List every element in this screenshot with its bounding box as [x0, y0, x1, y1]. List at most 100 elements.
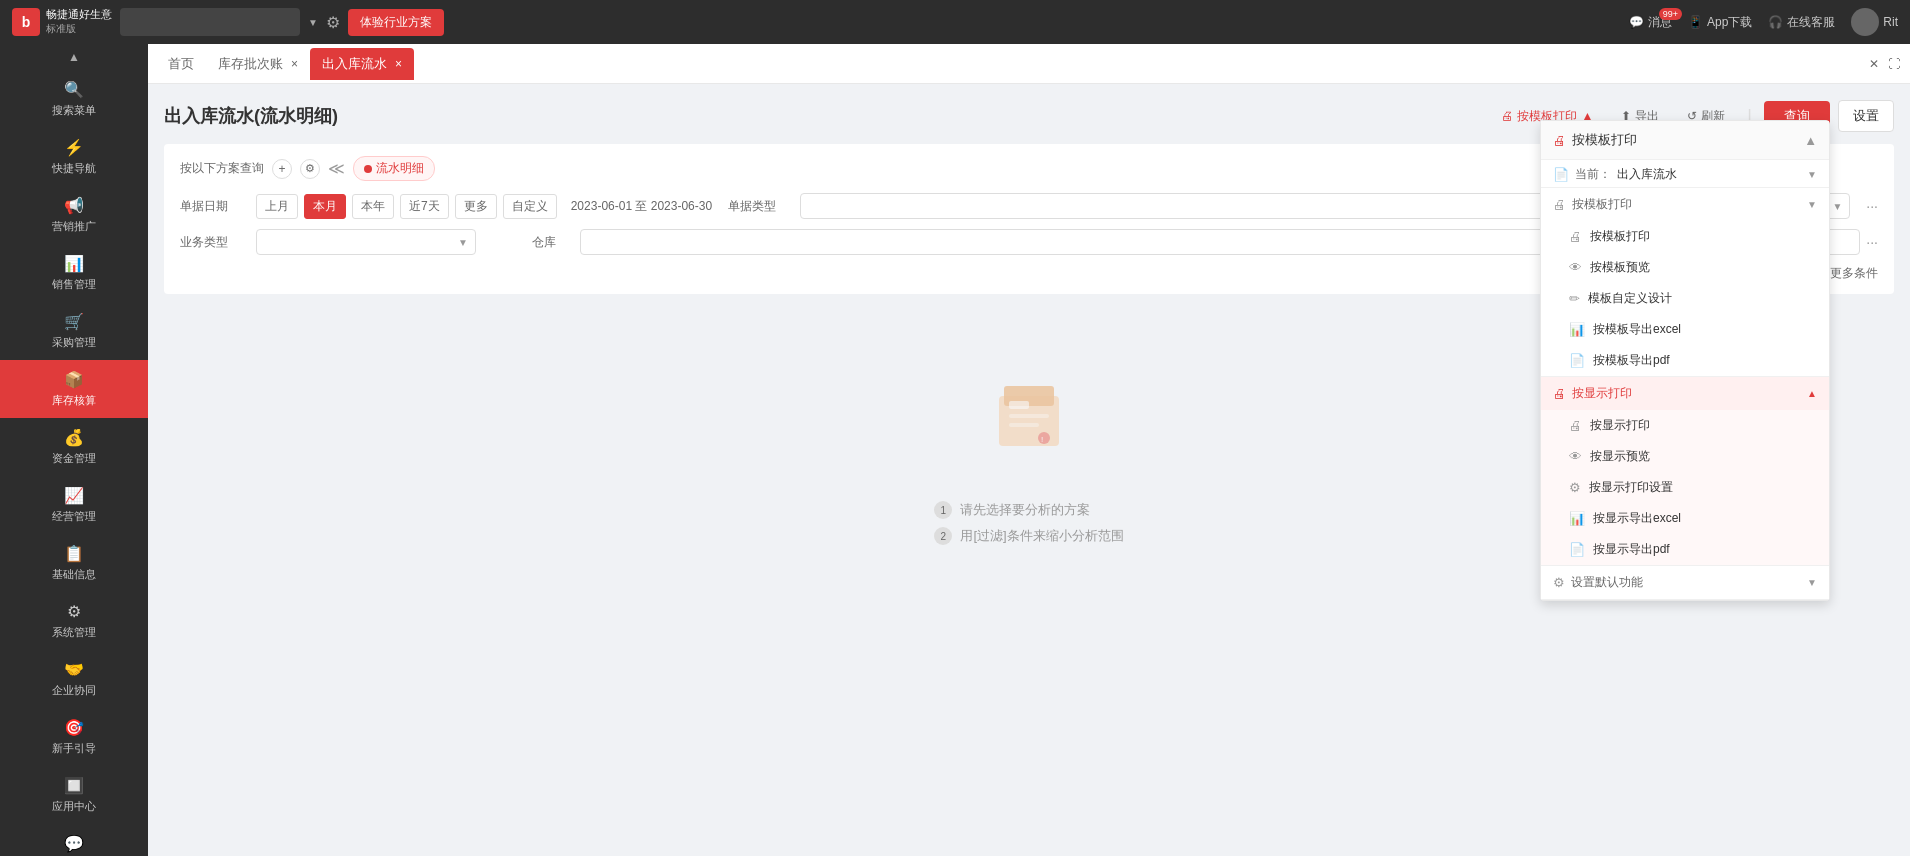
- sidebar-item-search[interactable]: 🔍 搜索菜单: [0, 70, 148, 128]
- current-template-name: 出入库流水: [1617, 166, 1677, 183]
- search-input[interactable]: [120, 8, 300, 36]
- app-download-btn[interactable]: 📱 App下载: [1688, 14, 1752, 31]
- dropdown-item-template-preview[interactable]: 👁 按模板预览: [1541, 252, 1829, 283]
- sidebar-item-finance[interactable]: 💰 资金管理: [0, 418, 148, 476]
- sidebar-label-inventory: 库存核算: [52, 393, 96, 408]
- sidebar-label-search: 搜索菜单: [52, 103, 96, 118]
- set-default-section-title: ⚙ 设置默认功能: [1553, 574, 1643, 591]
- date-options-group: 上月 本月 本年 近7天 更多 自定义 2023-06-01 至 2023-06…: [256, 194, 712, 219]
- dropdown-print-icon: 🖨: [1553, 133, 1566, 148]
- sidebar-item-cooperation[interactable]: 🤝 企业协同: [0, 650, 148, 708]
- dropdown-collapse-btn[interactable]: ▲: [1804, 133, 1817, 148]
- date-btn-more[interactable]: 更多: [455, 194, 497, 219]
- sidebar-item-guide[interactable]: 🎯 新手引导: [0, 708, 148, 766]
- dropdown-item-template-export-excel[interactable]: 📊 按模板导出excel: [1541, 314, 1829, 345]
- dropdown-item-template-print[interactable]: 🖨 按模板打印: [1541, 221, 1829, 252]
- business-type-select-wrap: ▼: [256, 229, 476, 255]
- empty-illustration: !: [979, 366, 1079, 485]
- template-section-header[interactable]: 🖨 按模板打印 ▼: [1541, 188, 1829, 221]
- sidebar-item-marketing[interactable]: 📢 营销推广: [0, 186, 148, 244]
- tag-dot: [364, 165, 372, 173]
- business-type-label: 业务类型: [180, 234, 240, 251]
- sidebar-item-sales[interactable]: 📊 销售管理: [0, 244, 148, 302]
- item-excel-icon: 📊: [1569, 322, 1585, 337]
- user-avatar-btn[interactable]: Rit: [1851, 8, 1898, 36]
- filter-tag[interactable]: 流水明细: [353, 156, 435, 181]
- date-btn-last-7-days[interactable]: 近7天: [400, 194, 449, 219]
- tab-bar: 首页 库存批次账 × 出入库流水 × ✕ ⛶: [148, 44, 1910, 84]
- sidebar-scroll-up[interactable]: ▲: [0, 44, 148, 70]
- dropdown-item-display-export-excel[interactable]: 📊 按显示导出excel: [1541, 503, 1829, 534]
- cooperation-icon: 🤝: [64, 660, 84, 679]
- app-download-label: App下载: [1707, 14, 1752, 31]
- version-badge: 标准版: [46, 22, 112, 36]
- sidebar-label-quick-nav: 快捷导航: [52, 161, 96, 176]
- dropdown-item-display-export-pdf[interactable]: 📄 按显示导出pdf: [1541, 534, 1829, 565]
- filter-settings-btn[interactable]: ⚙: [300, 159, 320, 179]
- sidebar-item-inventory[interactable]: 📦 库存核算: [0, 360, 148, 418]
- tab-stock-flow-label: 出入库流水: [322, 55, 387, 73]
- messages-btn[interactable]: 💬 消息 99+: [1629, 14, 1672, 31]
- top-bar: b 畅捷通好生意 标准版 ▼ ⚙ 体验行业方案 💬 消息 99+ 📱 App下载: [0, 0, 1910, 44]
- settings-button[interactable]: 设置: [1838, 100, 1894, 132]
- date-btn-last-month[interactable]: 上月: [256, 194, 298, 219]
- tab-batch-account[interactable]: 库存批次账 ×: [206, 48, 310, 80]
- date-btn-custom[interactable]: 自定义: [503, 194, 557, 219]
- step-num-1: 1: [934, 501, 952, 519]
- dropdown-item-display-print[interactable]: 🖨 按显示打印: [1541, 410, 1829, 441]
- dropdown-item-template-custom[interactable]: ✏ 模板自定义设计: [1541, 283, 1829, 314]
- current-template-section: 📄 当前： 出入库流水 ▼: [1541, 160, 1829, 188]
- dropdown-item-display-preview[interactable]: 👁 按显示预览: [1541, 441, 1829, 472]
- date-field-label: 单据日期: [180, 198, 240, 215]
- online-service-btn[interactable]: 🎧 在线客服: [1768, 14, 1835, 31]
- sidebar-label-app-center: 应用中心: [52, 799, 96, 814]
- window-controls: ✕ ⛶: [1866, 56, 1902, 72]
- filter-collapse-btn[interactable]: ≪: [328, 159, 345, 178]
- filter-tag-label: 流水明细: [376, 160, 424, 177]
- current-template-arrow[interactable]: ▼: [1807, 169, 1817, 180]
- date-btn-this-month[interactable]: 本月: [304, 194, 346, 219]
- industry-button[interactable]: 体验行业方案: [348, 9, 444, 36]
- sidebar-label-operations: 经营管理: [52, 509, 96, 524]
- display-section-icon: 🖨: [1553, 386, 1566, 401]
- tab-stock-flow-close[interactable]: ×: [395, 57, 402, 71]
- dropdown-item-display-print-settings[interactable]: ⚙ 按显示打印设置: [1541, 472, 1829, 503]
- filter-label: 按以下方案查询: [180, 160, 264, 177]
- marketing-icon: 📢: [64, 196, 84, 215]
- sidebar-item-wechat[interactable]: 💬 企业微信: [0, 824, 148, 856]
- sidebar-item-app-center[interactable]: 🔲 应用中心: [0, 766, 148, 824]
- basic-info-icon: 📋: [64, 544, 84, 563]
- set-default-section-header[interactable]: ⚙ 设置默认功能 ▼: [1541, 566, 1829, 599]
- gear-icon[interactable]: ⚙: [326, 13, 340, 32]
- window-close-btn[interactable]: ✕: [1866, 56, 1882, 72]
- search-nav-icon: 🔍: [64, 80, 84, 99]
- tab-batch-account-close[interactable]: ×: [291, 57, 298, 71]
- app-wrapper: b 畅捷通好生意 标准版 ▼ ⚙ 体验行业方案 💬 消息 99+ 📱 App下载: [0, 0, 1910, 856]
- download-icon: 📱: [1688, 15, 1703, 29]
- logo-icon: b: [12, 8, 40, 36]
- window-expand-btn[interactable]: ⛶: [1886, 56, 1902, 72]
- dropdown-section-display: 🖨 按显示打印 ▲ 🖨 按显示打印 👁 按显示预览: [1541, 377, 1829, 566]
- main-area: ▲ 🔍 搜索菜单 ⚡ 快捷导航 📢 营销推广 📊 销售管理 🛒 采购管理: [0, 44, 1910, 856]
- sidebar-item-operations[interactable]: 📈 经营管理: [0, 476, 148, 534]
- sidebar-item-purchase[interactable]: 🛒 采购管理: [0, 302, 148, 360]
- sidebar-item-system[interactable]: ⚙ 系统管理: [0, 592, 148, 650]
- system-icon: ⚙: [67, 602, 81, 621]
- bill-type-more-dots[interactable]: ···: [1866, 198, 1878, 214]
- sidebar-item-quick-nav[interactable]: ⚡ 快捷导航: [0, 128, 148, 186]
- search-dropdown-arrow[interactable]: ▼: [308, 17, 318, 28]
- business-type-select[interactable]: [256, 229, 476, 255]
- headset-icon: 🎧: [1768, 15, 1783, 29]
- sidebar: ▲ 🔍 搜索菜单 ⚡ 快捷导航 📢 营销推广 📊 销售管理 🛒 采购管理: [0, 44, 148, 856]
- purchase-icon: 🛒: [64, 312, 84, 331]
- top-bar-right: 💬 消息 99+ 📱 App下载 🎧 在线客服 Rit: [1629, 8, 1898, 36]
- filter-add-btn[interactable]: +: [272, 159, 292, 179]
- tab-stock-flow[interactable]: 出入库流水 ×: [310, 48, 414, 80]
- warehouse-more-dots[interactable]: ···: [1866, 234, 1878, 250]
- dropdown-item-template-export-pdf[interactable]: 📄 按模板导出pdf: [1541, 345, 1829, 376]
- dropdown-title-label: 🖨 按模板打印: [1553, 131, 1637, 149]
- display-section-header[interactable]: 🖨 按显示打印 ▲: [1541, 377, 1829, 410]
- date-btn-this-year[interactable]: 本年: [352, 194, 394, 219]
- tab-home[interactable]: 首页: [156, 48, 206, 80]
- sidebar-item-basic-info[interactable]: 📋 基础信息: [0, 534, 148, 592]
